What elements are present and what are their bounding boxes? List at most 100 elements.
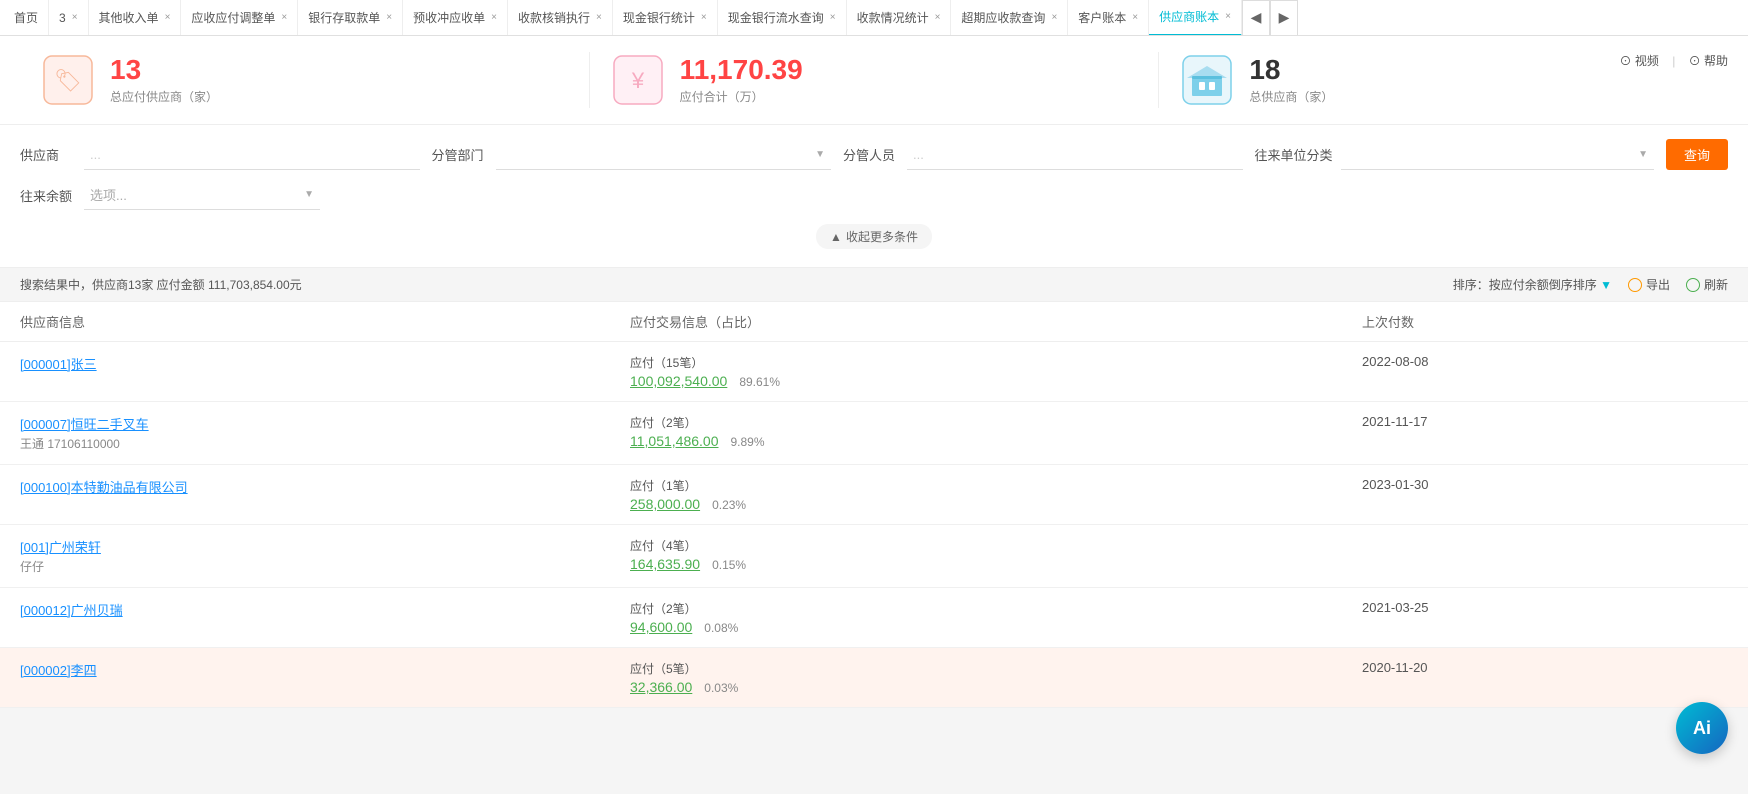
result-bar: 搜索结果中，供应商13家 应付金额 111,703,854.00元 排序：按应付… [0, 268, 1748, 302]
close-icon[interactable]: × [701, 12, 707, 23]
supplier-name-link[interactable]: [001]广州荣轩 [20, 537, 630, 556]
tab-other-income[interactable]: 其他收入单 × [89, 0, 182, 36]
tab-customer-ledger[interactable]: 客户账本 × [1068, 0, 1149, 36]
filter-section: 供应商 分管部门 ▼ 分管人员 往来单位分类 ▼ 查询 往 [0, 125, 1748, 268]
filter-department: 分管部门 ▼ [432, 140, 832, 170]
person-input[interactable] [907, 140, 1243, 170]
trans-percent: 0.23% [712, 498, 746, 512]
supplier-cell: [000100]本特勤油品有限公司 [20, 477, 630, 496]
close-icon[interactable]: × [491, 12, 497, 23]
trans-label: 应付（15笔） [630, 354, 1362, 371]
collapse-button-container: ▲ 收起更多条件 [20, 220, 1728, 257]
supplier-cell: [000007]恒旺二手叉车 王通 17106110000 [20, 414, 630, 452]
close-icon[interactable]: × [386, 12, 392, 23]
help-links: ⊙ 视频 | ⊙ 帮助 [1610, 52, 1729, 69]
supplier-name-link[interactable]: [000012]广州贝瑞 [20, 600, 630, 619]
filter-dept-label: 分管部门 [432, 145, 488, 164]
collapse-arrow-icon: ▲ [830, 230, 842, 244]
trans-amount[interactable]: 258,000.00 [630, 496, 700, 512]
close-icon[interactable]: × [1051, 12, 1057, 23]
close-icon[interactable]: × [1132, 12, 1138, 23]
table-row: [000001]张三 应付（15笔） 100,092,540.00 89.61%… [0, 342, 1748, 402]
refresh-button[interactable]: 刷新 [1686, 276, 1728, 293]
nav-prev-arrow[interactable]: ◀ [1242, 0, 1270, 36]
filter-balance: 往来余额 选项... ▼ [20, 180, 320, 210]
close-icon[interactable]: × [1225, 11, 1231, 22]
trans-amount[interactable]: 164,635.90 [630, 556, 700, 572]
filter-person: 分管人员 [843, 140, 1243, 170]
svg-text:¥: ¥ [631, 68, 645, 93]
supplier-cell: [000012]广州贝瑞 [20, 600, 630, 619]
ap-supplier-label: 总应付供应商（家） [110, 88, 218, 105]
close-icon[interactable]: × [72, 12, 78, 23]
supplier-name-link[interactable]: [000001]张三 [20, 354, 630, 373]
trans-amount[interactable]: 100,092,540.00 [630, 373, 727, 389]
transaction-cell: 应付（15笔） 100,092,540.00 89.61% [630, 354, 1362, 389]
trans-amount[interactable]: 94,600.00 [630, 619, 692, 635]
close-icon[interactable]: × [596, 12, 602, 23]
filter-supplier: 供应商 [20, 140, 420, 170]
supplier-name-link[interactable]: [000100]本特勤油品有限公司 [20, 477, 630, 496]
tab-bank-deposit[interactable]: 银行存取款单 × [298, 0, 403, 36]
tab-prepay-offset[interactable]: 预收冲应收单 × [403, 0, 508, 36]
collapse-toggle[interactable]: ▲ 收起更多条件 [816, 224, 932, 249]
tab-supplier-ledger[interactable]: 供应商账本 × [1149, 0, 1242, 36]
tab-home[interactable]: 首页 [4, 0, 49, 36]
close-icon[interactable]: × [281, 12, 287, 23]
query-button[interactable]: 查询 [1666, 139, 1728, 170]
tab-3[interactable]: 3 × [49, 0, 89, 36]
top-navigation: 首页 3 × 其他收入单 × 应收应付调整单 × 银行存取款单 × 预收冲应收单… [0, 0, 1748, 36]
transaction-cell: 应付（2笔） 94,600.00 0.08% [630, 600, 1362, 635]
export-icon [1628, 278, 1642, 292]
unit-type-select[interactable]: ▼ [1341, 140, 1654, 170]
last-pay-date: 2022-08-08 [1362, 352, 1429, 369]
supplier-input[interactable] [84, 140, 420, 170]
tab-collection-stat[interactable]: 收款情况统计 × [847, 0, 952, 36]
summary-item-ap-total: ¥ 11,170.39 应付合计（万） [590, 52, 1160, 108]
department-select[interactable]: ▼ [496, 140, 832, 170]
supplier-contact: 仔仔 [20, 558, 630, 575]
trans-amount[interactable]: 11,051,486.00 [630, 433, 719, 449]
last-pay-date: 2021-11-17 [1362, 412, 1428, 429]
ai-assistant-button[interactable]: Ai [1676, 702, 1728, 754]
header-transaction: 应付交易信息（占比） [630, 312, 1362, 331]
supplier-icon: 🏷 [40, 52, 96, 108]
table-row: [000012]广州贝瑞 应付（2笔） 94,600.00 0.08% 2021… [0, 588, 1748, 648]
dropdown-arrow-unit: ▼ [1638, 149, 1648, 160]
video-link[interactable]: ⊙ 视频 [1620, 54, 1659, 68]
trans-amount[interactable]: 32,366.00 [630, 679, 692, 695]
sort-label[interactable]: 排序：按应付余额倒序排序 ▼ [1453, 276, 1612, 293]
transaction-cell: 应付（2笔） 11,051,486.00 9.89% [630, 414, 1362, 449]
ap-total-amount: 11,170.39 [680, 56, 803, 84]
tab-ar-ap-adjust[interactable]: 应收应付调整单 × [181, 0, 298, 36]
export-button[interactable]: 导出 [1628, 276, 1670, 293]
trans-label: 应付（2笔） [630, 600, 1362, 617]
close-icon[interactable]: × [830, 12, 836, 23]
tab-overdue-ar[interactable]: 超期应收款查询 × [951, 0, 1068, 36]
filter-row-1: 供应商 分管部门 ▼ 分管人员 往来单位分类 ▼ 查询 [20, 139, 1728, 170]
supplier-cell: [000002]李四 [20, 660, 630, 679]
close-icon[interactable]: × [935, 12, 941, 23]
table-row: [000100]本特勤油品有限公司 应付（1笔） 258,000.00 0.23… [0, 465, 1748, 525]
tab-cash-bank-flow[interactable]: 现金银行流水查询 × [718, 0, 847, 36]
trans-percent: 0.03% [704, 681, 738, 695]
balance-select[interactable]: 选项... ▼ [84, 180, 320, 210]
trans-percent: 0.08% [704, 621, 738, 635]
help-link[interactable]: ⊙ 帮助 [1689, 54, 1728, 68]
nav-next-arrow[interactable]: ▶ [1270, 0, 1298, 36]
tab-cash-bank-stat[interactable]: 现金银行统计 × [613, 0, 718, 36]
transaction-cell: 应付（1笔） 258,000.00 0.23% [630, 477, 1362, 512]
close-icon[interactable]: × [165, 12, 171, 23]
summary-bar: ⊙ 视频 | ⊙ 帮助 🏷 13 总应付供应商（家） ¥ 11,170.39 应… [0, 36, 1748, 125]
summary-item-ap-suppliers: 🏷 13 总应付供应商（家） [20, 52, 590, 108]
filter-supplier-label: 供应商 [20, 145, 76, 164]
tab-collection-exec[interactable]: 收款核销执行 × [508, 0, 613, 36]
supplier-name-link[interactable]: [000007]恒旺二手叉车 [20, 414, 630, 433]
sort-dropdown-arrow[interactable]: ▼ [1600, 278, 1612, 292]
lastpay-cell: 2023-01-30 [1362, 477, 1728, 492]
last-pay-date: 2023-01-30 [1362, 475, 1429, 492]
trans-label: 应付（5笔） [630, 660, 1362, 677]
trans-percent: 0.15% [712, 558, 746, 572]
filter-row-2: 往来余额 选项... ▼ [20, 180, 1728, 210]
supplier-name-link[interactable]: [000002]李四 [20, 660, 630, 679]
